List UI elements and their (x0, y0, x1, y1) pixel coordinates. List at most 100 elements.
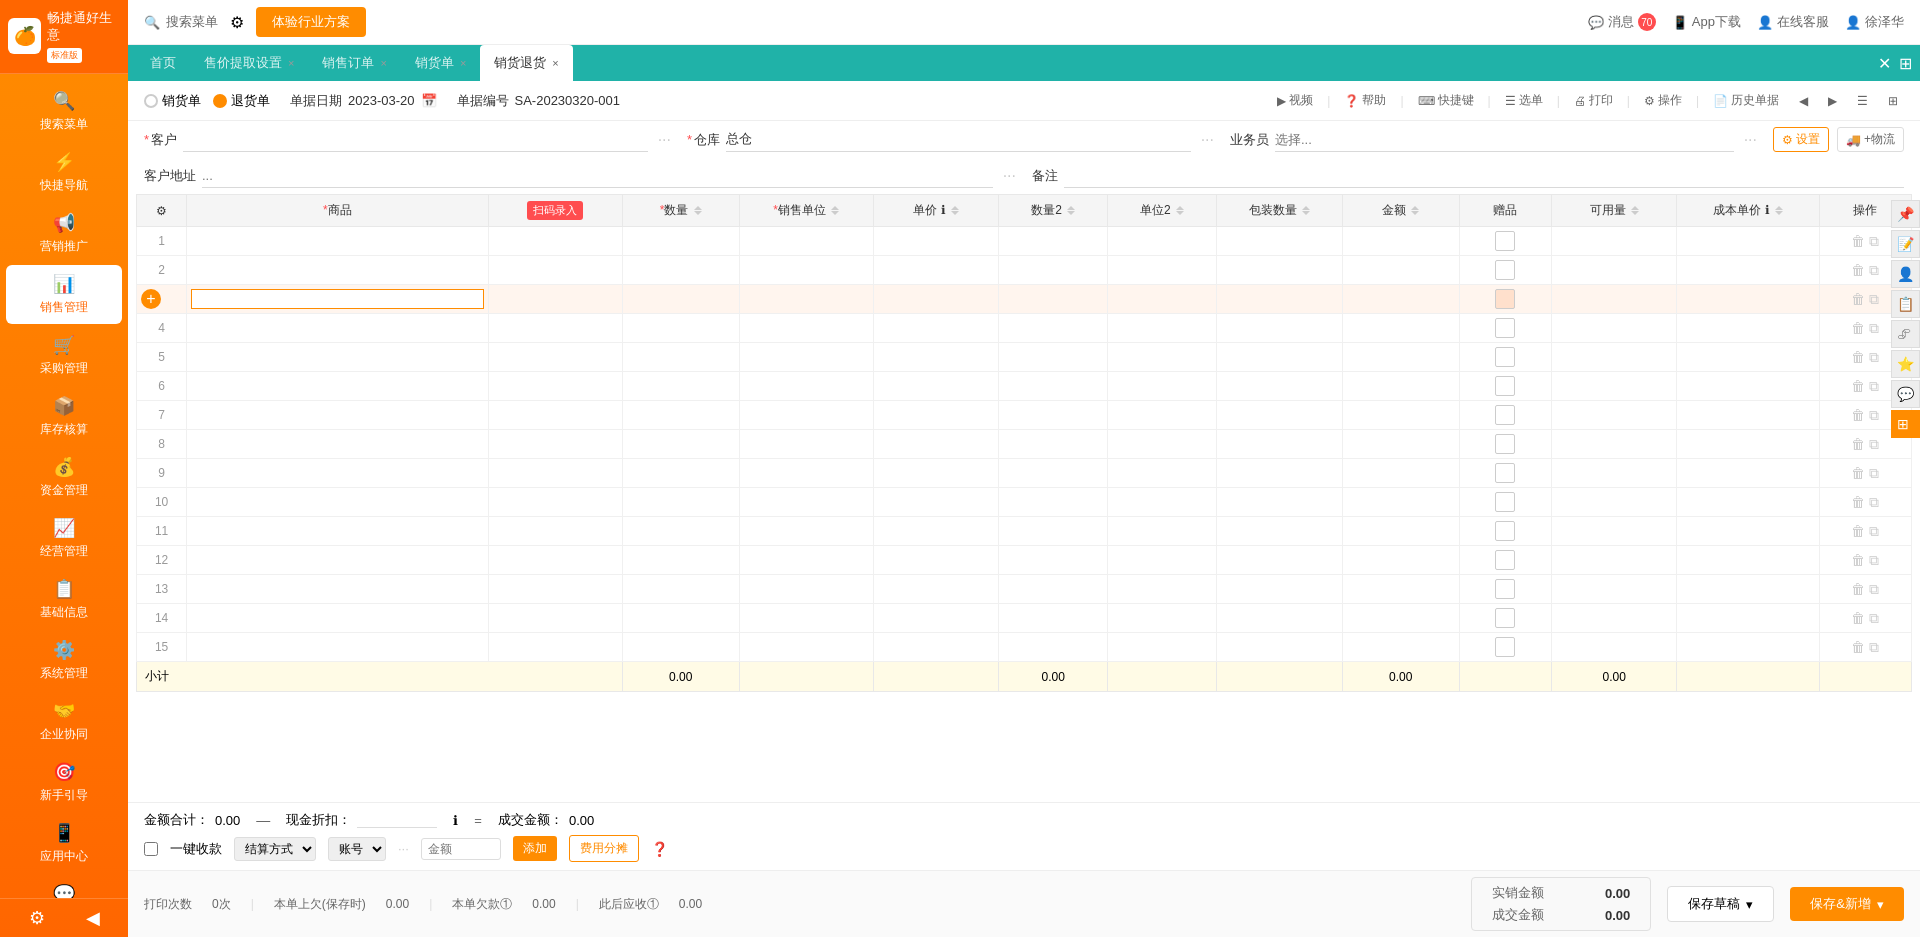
gift-checkbox[interactable] (1495, 347, 1515, 367)
radio-sales[interactable]: 销货单 (144, 92, 201, 110)
one-key-pay-checkbox[interactable] (144, 842, 158, 856)
copy-row-btn[interactable]: ⧉ (1869, 233, 1879, 250)
addr-dots[interactable]: ··· (1003, 167, 1016, 185)
remark-input[interactable] (1064, 164, 1904, 188)
sidebar-item-newbie[interactable]: 🎯新手引导 (6, 753, 122, 812)
settings-toolbar-btn[interactable]: ⚙设置 (1773, 127, 1829, 152)
warehouse-input[interactable] (726, 128, 1191, 152)
copy-row-btn[interactable]: ⧉ (1869, 291, 1879, 308)
discount-input[interactable] (357, 812, 437, 828)
delete-row-btn[interactable]: 🗑 (1851, 494, 1865, 510)
copy-row-btn[interactable]: ⧉ (1869, 639, 1879, 656)
gift-checkbox[interactable] (1495, 260, 1515, 280)
sort-sale-unit[interactable] (831, 206, 839, 215)
copy-row-btn[interactable]: ⧉ (1869, 436, 1879, 453)
gift-checkbox[interactable] (1495, 579, 1515, 599)
history-btn[interactable]: 📄历史单据 (1707, 89, 1785, 112)
float-icon-1[interactable]: 📌 (1891, 200, 1920, 228)
sort-cost-price[interactable] (1775, 206, 1783, 215)
prev-btn[interactable]: ◀ (1793, 91, 1814, 111)
app-download-btn[interactable]: 📱 App下载 (1672, 13, 1741, 31)
sort-unit-price[interactable] (951, 206, 959, 215)
sort-qty2[interactable] (1067, 206, 1075, 215)
gift-checkbox[interactable] (1495, 434, 1515, 454)
gift-checkbox[interactable] (1495, 608, 1515, 628)
online-service-btn[interactable]: 👤 在线客服 (1757, 13, 1829, 31)
copy-row-btn[interactable]: ⧉ (1869, 262, 1879, 279)
message-btn[interactable]: 💬 消息 70 (1588, 13, 1656, 31)
gift-checkbox[interactable] (1495, 318, 1515, 338)
save-draft-button[interactable]: 保存草稿 ▾ (1667, 886, 1774, 922)
tab-close-all-btn[interactable]: ✕ (1878, 54, 1891, 73)
list-view-btn[interactable]: ☰ (1851, 91, 1874, 111)
warehouse-dots[interactable]: ··· (1201, 131, 1214, 149)
sidebar-item-marketing[interactable]: 📢营销推广 (6, 204, 122, 263)
delete-row-btn[interactable]: 🗑 (1851, 552, 1865, 568)
sort-unit2[interactable] (1176, 206, 1184, 215)
sidebar-item-quick[interactable]: ⚡快捷导航 (6, 143, 122, 202)
sort-pkg-qty[interactable] (1302, 206, 1310, 215)
customer-input[interactable] (183, 128, 648, 152)
gift-checkbox[interactable] (1495, 376, 1515, 396)
account-dots[interactable]: ··· (398, 841, 409, 856)
tab-sales-close[interactable]: × (460, 57, 466, 69)
sort-qty[interactable] (694, 206, 702, 215)
delete-row-btn[interactable]: 🗑 (1851, 465, 1865, 481)
next-btn[interactable]: ▶ (1822, 91, 1843, 111)
salesperson-input[interactable] (1275, 128, 1734, 152)
tab-home[interactable]: 首页 (136, 45, 190, 81)
th-barcode[interactable]: 扫码录入 (488, 195, 622, 227)
topbar-settings-icon[interactable]: ⚙ (230, 13, 244, 32)
copy-row-btn[interactable]: ⧉ (1869, 465, 1879, 482)
tab-sales-return-close[interactable]: × (552, 57, 558, 69)
delete-row-btn[interactable]: 🗑 (1851, 581, 1865, 597)
sidebar-item-wechat[interactable]: 💬企业微信 (6, 875, 122, 898)
add-button[interactable]: 添加 (513, 836, 557, 861)
sidebar-item-operation[interactable]: 📈经营管理 (6, 509, 122, 568)
sidebar-collapse-btn[interactable]: ◀ (86, 907, 100, 929)
sidebar-settings-btn[interactable]: ⚙ (29, 907, 45, 929)
gift-checkbox[interactable] (1495, 492, 1515, 512)
sidebar-item-app[interactable]: 📱应用中心 (6, 814, 122, 873)
float-icon-7[interactable]: 💬 (1891, 380, 1920, 408)
sidebar-item-inventory[interactable]: 📦库存核算 (6, 387, 122, 446)
shortcut-btn[interactable]: ⌨快捷键 (1412, 89, 1480, 112)
operation-btn[interactable]: ⚙操作 (1638, 89, 1688, 112)
gift-checkbox[interactable] (1495, 637, 1515, 657)
delete-row-btn[interactable]: 🗑 (1851, 436, 1865, 452)
delete-row-btn[interactable]: 🗑 (1851, 262, 1865, 278)
gift-checkbox[interactable] (1495, 231, 1515, 251)
trial-button[interactable]: 体验行业方案 (256, 7, 366, 37)
sidebar-item-enterprise[interactable]: 🤝企业协同 (6, 692, 122, 751)
delete-row-btn[interactable]: 🗑 (1851, 349, 1865, 365)
grid-view-btn[interactable]: ⊞ (1882, 91, 1904, 111)
video-btn[interactable]: ▶视频 (1271, 89, 1319, 112)
account-no-select[interactable]: 账号 (328, 837, 386, 861)
tab-sales-order-close[interactable]: × (380, 57, 386, 69)
logistics-btn[interactable]: 🚚+物流 (1837, 127, 1904, 152)
gift-checkbox[interactable] (1495, 405, 1515, 425)
expense-split-btn[interactable]: 费用分摊 (569, 835, 639, 862)
calendar-icon[interactable]: 📅 (421, 93, 437, 108)
search-area[interactable]: 🔍 搜索菜单 (144, 13, 218, 31)
sidebar-item-system[interactable]: ⚙️系统管理 (6, 631, 122, 690)
delete-row-btn[interactable]: 🗑 (1851, 639, 1865, 655)
tab-sales-return[interactable]: 销货退货 × (480, 45, 572, 81)
sidebar-item-purchase[interactable]: 🛒采购管理 (6, 326, 122, 385)
gift-checkbox[interactable] (1495, 289, 1515, 309)
sidebar-item-finance[interactable]: 💰资金管理 (6, 448, 122, 507)
gift-checkbox[interactable] (1495, 550, 1515, 570)
delete-row-btn[interactable]: 🗑 (1851, 233, 1865, 249)
user-area[interactable]: 👤 徐泽华 (1845, 13, 1904, 31)
copy-row-btn[interactable]: ⧉ (1869, 378, 1879, 395)
float-icon-5[interactable]: 🖇 (1891, 320, 1920, 348)
delete-row-btn[interactable]: 🗑 (1851, 610, 1865, 626)
copy-row-btn[interactable]: ⧉ (1869, 320, 1879, 337)
scan-button[interactable]: 扫码录入 (527, 201, 583, 220)
copy-row-btn[interactable]: ⧉ (1869, 610, 1879, 627)
salesperson-dots[interactable]: ··· (1744, 131, 1757, 149)
copy-row-btn[interactable]: ⧉ (1869, 494, 1879, 511)
delete-row-btn[interactable]: 🗑 (1851, 291, 1865, 307)
tab-price-settings[interactable]: 售价提取设置 × (190, 45, 308, 81)
delete-row-btn[interactable]: 🗑 (1851, 523, 1865, 539)
